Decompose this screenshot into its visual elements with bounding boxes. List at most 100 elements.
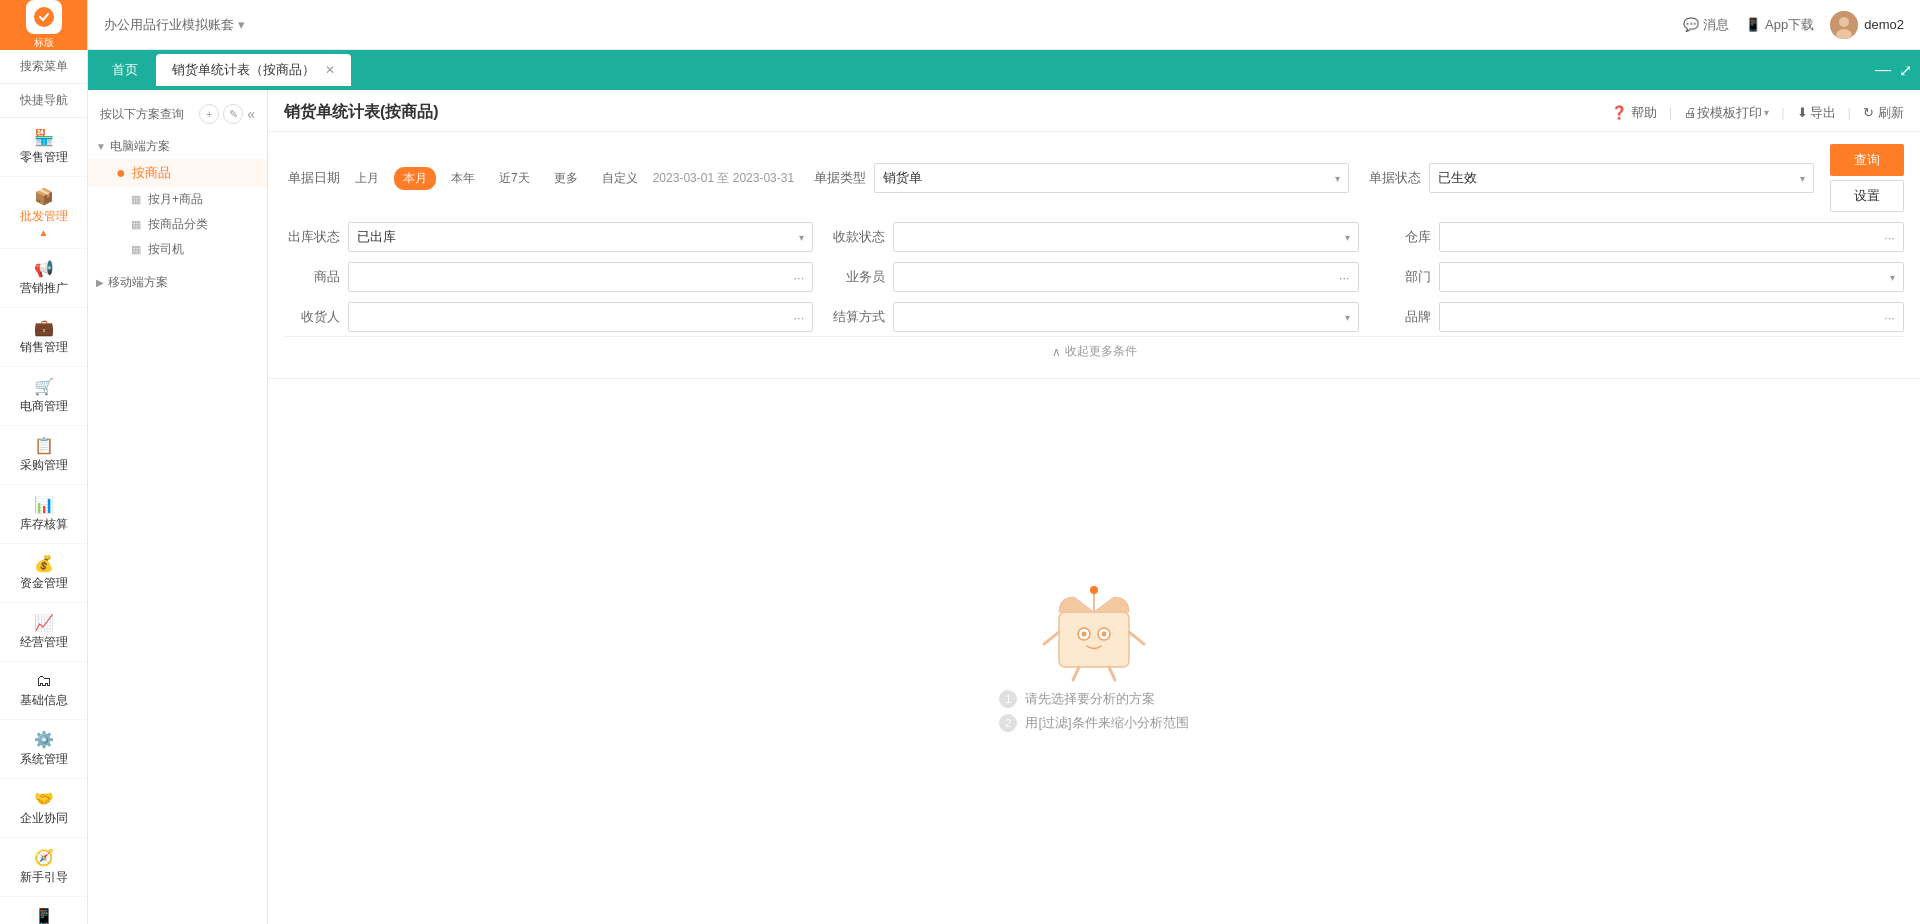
sidebar-item-basics[interactable]: 🗂 基础信息 (0, 662, 87, 720)
svg-line-14 (1109, 667, 1115, 680)
export-btn[interactable]: ⬇ 导出 (1797, 104, 1836, 122)
product-input[interactable]: ··· (348, 262, 813, 292)
page-header: 销货单统计表(按商品) ❓ 帮助 | 🖨 按模板打印 ▾ | ⬇ (268, 90, 1920, 132)
filter-row-1: 单据日期 上月 本月 本年 近7天 更多 自定义 2023-03-01 至 20… (284, 144, 1904, 212)
message-btn[interactable]: 💬 消息 (1683, 16, 1729, 34)
sidebar-item-inventory[interactable]: 📊 库存核算 (0, 485, 87, 544)
search-menu[interactable]: 搜索菜单 (0, 50, 87, 84)
brand-dots-icon[interactable]: ··· (1884, 310, 1895, 325)
system-icon: ⚙️ (34, 730, 54, 749)
sidebar-item-ecommerce[interactable]: 🛒 电商管理 (0, 367, 87, 426)
date-this-year[interactable]: 本年 (442, 167, 484, 190)
doc-status-select[interactable]: 已生效 ▾ (1429, 163, 1814, 193)
topbar-right: 💬 消息 📱 App下载 demo2 (1683, 11, 1904, 39)
staff-dots-icon[interactable]: ··· (1339, 270, 1350, 285)
app-download-btn[interactable]: 📱 App下载 (1745, 16, 1814, 34)
date-this-month[interactable]: 本月 (394, 167, 436, 190)
recipient-input[interactable]: ··· (348, 302, 813, 332)
tab-maximize-icon[interactable]: ⤢ (1899, 61, 1912, 80)
step-2-circle: 2 (999, 714, 1017, 732)
collapse-filter-btn[interactable]: ∧ 收起更多条件 (284, 336, 1904, 366)
panel-edit-btn[interactable]: ✎ (223, 104, 243, 124)
export-icon: ⬇ (1797, 105, 1808, 120)
mobile-icon: 📱 (1745, 17, 1761, 32)
tab-home[interactable]: 首页 (96, 54, 154, 86)
date-last-7[interactable]: 近7天 (490, 167, 539, 190)
dept-select[interactable]: ▾ (1439, 262, 1904, 292)
mobile-section-header[interactable]: ▶ 移动端方案 (88, 270, 267, 295)
out-status-label: 出库状态 (284, 228, 340, 246)
pay-status-filter: 收款状态 ▾ (829, 222, 1358, 252)
date-last-month[interactable]: 上月 (346, 167, 388, 190)
brand-input[interactable]: ··· (1439, 302, 1904, 332)
doc-type-select[interactable]: 销货单 ▾ (874, 163, 1349, 193)
product-label: 商品 (284, 268, 340, 286)
warehouse-input[interactable]: ··· (1439, 222, 1904, 252)
query-button[interactable]: 查询 (1830, 144, 1904, 176)
retail-icon: 🏪 (34, 128, 54, 147)
settings-button[interactable]: 设置 (1830, 180, 1904, 212)
print-icon: 🖨 (1684, 105, 1697, 120)
svg-point-0 (34, 7, 54, 27)
sidebar-item-wholesale[interactable]: 📦 批发管理 ▲ (0, 177, 87, 249)
doc-status-label: 单据状态 (1365, 169, 1421, 187)
quick-nav[interactable]: 快捷导航 (0, 84, 87, 118)
refresh-btn[interactable]: ↻ 刷新 (1863, 104, 1904, 122)
app-logo[interactable]: 标版 (0, 0, 87, 50)
out-status-select[interactable]: 已出库 ▾ (348, 222, 813, 252)
svg-rect-4 (1059, 612, 1129, 667)
tree-item-by-month-product[interactable]: ▦ 按月+商品 (88, 187, 267, 212)
logo-icon (26, 0, 62, 34)
staff-input[interactable]: ··· (893, 262, 1358, 292)
date-filter: 上月 本月 本年 近7天 更多 自定义 (346, 167, 647, 190)
print-dropdown-icon[interactable]: ▾ (1764, 107, 1769, 118)
doc-type-filter: 单据类型 销货单 ▾ (810, 163, 1349, 193)
panel-collapse-btn[interactable]: « (247, 106, 255, 122)
recipient-dots-icon[interactable]: ··· (793, 310, 804, 325)
doc-status-filter: 单据状态 已生效 ▾ 查询 设置 (1365, 144, 1904, 212)
tree-item-by-printer[interactable]: ▦ 按司机 (88, 237, 267, 262)
pay-status-label: 收款状态 (829, 228, 885, 246)
svg-point-8 (1102, 631, 1107, 636)
user-menu[interactable]: demo2 (1830, 11, 1904, 39)
settlement-select[interactable]: ▾ (893, 302, 1358, 332)
sub-item-icon-1: ▦ (128, 193, 144, 206)
tab-close-icon[interactable]: ✕ (325, 63, 335, 77)
sidebar-item-purchase[interactable]: 📋 采购管理 (0, 426, 87, 485)
tree-item-by-product[interactable]: ● 按商品 (88, 159, 267, 187)
panel-add-btn[interactable]: + (199, 104, 219, 124)
svg-line-13 (1073, 667, 1079, 680)
sidebar-item-marketing[interactable]: 📢 营销推广 (0, 249, 87, 308)
out-status-filter: 出库状态 已出库 ▾ (284, 222, 813, 252)
sidebar-item-appcenter[interactable]: 📱 应用中心 (0, 897, 87, 924)
marketing-icon: 📢 (34, 259, 54, 278)
help-btn[interactable]: ❓ 帮助 (1611, 104, 1657, 122)
doc-status-arrow-icon: ▾ (1800, 173, 1805, 184)
pc-section-header[interactable]: ▼ 电脑端方案 (88, 134, 267, 159)
purchase-icon: 📋 (34, 436, 54, 455)
warehouse-label: 仓库 (1375, 228, 1431, 246)
tab-minimize-icon[interactable]: — (1875, 61, 1891, 79)
sidebar-item-retail[interactable]: 🏪 零售管理 (0, 118, 87, 177)
tree-item-by-category[interactable]: ▦ 按商品分类 (88, 212, 267, 237)
sidebar-item-system[interactable]: ⚙️ 系统管理 (0, 720, 87, 779)
pay-status-select[interactable]: ▾ (893, 222, 1358, 252)
sidebar-item-guide[interactable]: 🧭 新手引导 (0, 838, 87, 897)
date-more[interactable]: 更多 (545, 167, 587, 190)
product-dots-icon[interactable]: ··· (793, 270, 804, 285)
filter-row-4: 收货人 ··· 结算方式 ▾ 品牌 (284, 302, 1904, 332)
sidebar: 标版 搜索菜单 快捷导航 🏪 零售管理 📦 批发管理 ▲ 📢 营销推广 💼 销售… (0, 0, 88, 924)
ecommerce-icon: 🛒 (34, 377, 54, 396)
wholesale-icon: 📦 (34, 187, 54, 206)
sidebar-item-operations[interactable]: 📈 经营管理 (0, 603, 87, 662)
sidebar-item-sales[interactable]: 💼 销售管理 (0, 308, 87, 367)
dept-label: 部门 (1375, 268, 1431, 286)
warehouse-dots-icon[interactable]: ··· (1884, 230, 1895, 245)
panel-header-actions: + ✎ « (199, 104, 255, 124)
topbar-dropdown-icon[interactable]: ▾ (238, 17, 245, 32)
date-custom[interactable]: 自定义 (593, 167, 647, 190)
print-btn[interactable]: 🖨 按模板打印 ▾ (1684, 104, 1769, 122)
sidebar-item-enterprise[interactable]: 🤝 企业协同 (0, 779, 87, 838)
tab-sales-stat[interactable]: 销货单统计表（按商品） ✕ (156, 54, 351, 86)
sidebar-item-finance[interactable]: 💰 资金管理 (0, 544, 87, 603)
